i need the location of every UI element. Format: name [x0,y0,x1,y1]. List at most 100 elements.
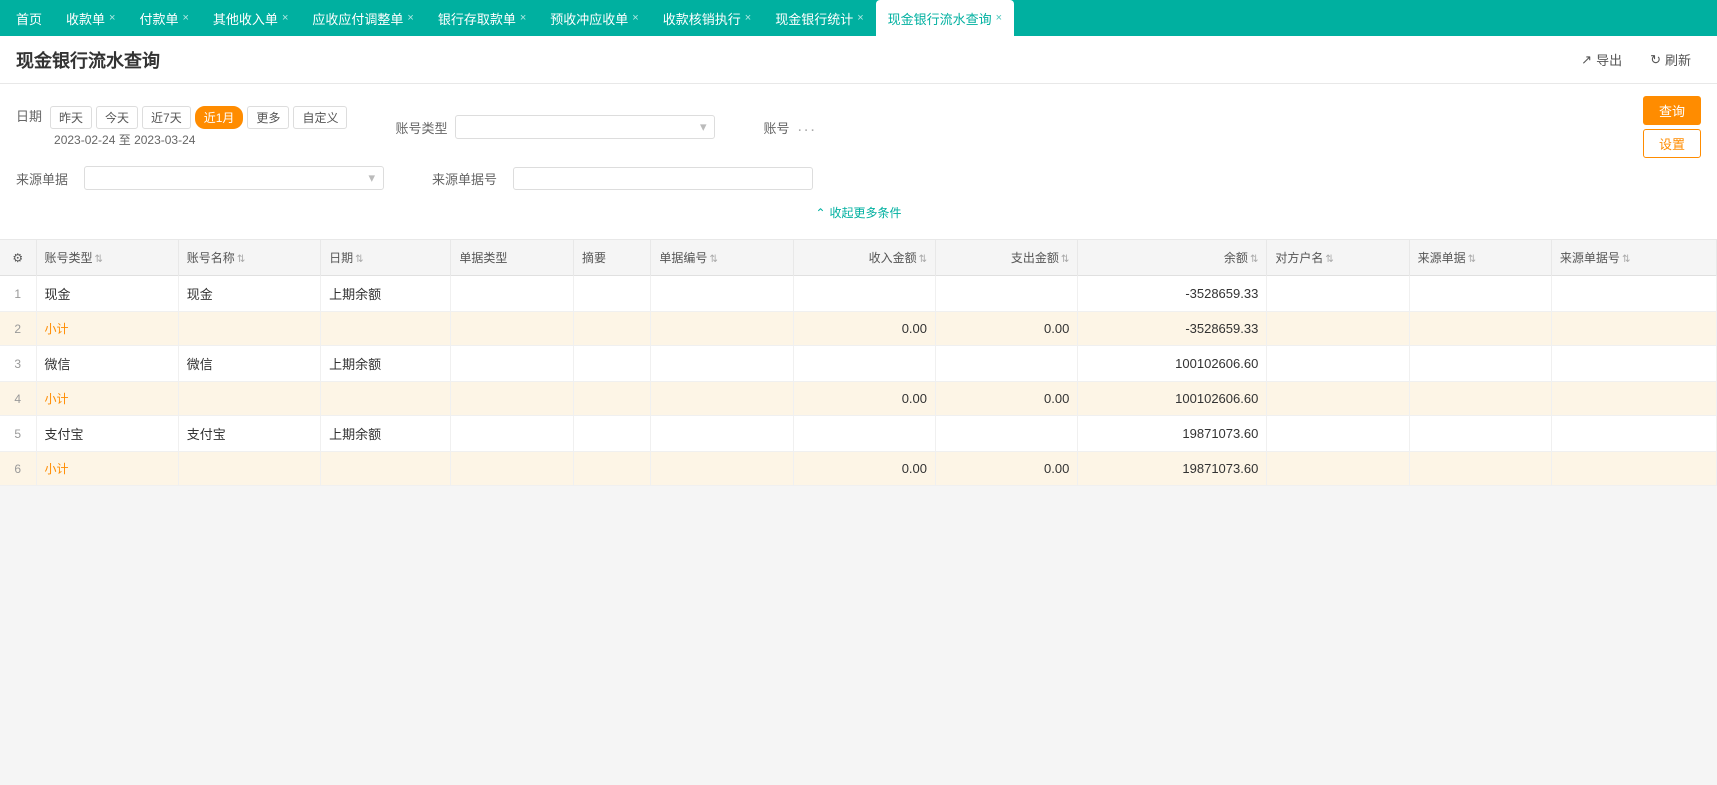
date-btn-today[interactable]: 今天 [96,106,138,129]
nav-item-cash-bank-stat[interactable]: 现金银行统计 × [763,0,875,36]
nav-close-prepay-offset[interactable]: × [632,12,638,24]
cell-income [793,276,935,312]
cell-seq: 2 [0,312,36,346]
table-header-row: ⚙ 账号类型⇅ 账号名称⇅ 日期⇅ 单据类型 摘要 单据编号⇅ 收入金额⇅ [0,240,1717,276]
nav-label-cash-bank-stat: 现金银行统计 [775,9,853,28]
cell-counterparty [1267,416,1409,452]
cell-expense [936,346,1078,382]
col-counterparty[interactable]: 对方户名⇅ [1267,240,1409,276]
nav-label-prepay-offset: 预收冲应收单 [550,9,628,28]
export-button[interactable]: ↗ 导出 [1571,46,1632,73]
date-btn-7days[interactable]: 近7天 [142,106,191,129]
nav-close-cash-bank-stat[interactable]: × [857,12,863,24]
col-doc-num[interactable]: 单据编号⇅ [651,240,793,276]
col-account-name[interactable]: 账号名称⇅ [178,240,320,276]
cell-seq: 4 [0,382,36,416]
cell-income [793,346,935,382]
account-dots[interactable]: ... [797,118,816,136]
nav-item-other-income[interactable]: 其他收入单 × [201,0,300,36]
nav-close-verify-exec[interactable]: × [745,12,751,24]
cell-balance: -3528659.33 [1078,276,1267,312]
cell-doc-type [451,416,574,452]
nav-label-verify-exec: 收款核销执行 [663,9,741,28]
nav-item-ar-ap-adjust[interactable]: 应收应付调整单 × [300,0,425,36]
settings-button[interactable]: 设置 [1643,129,1701,158]
source-doc-num-input[interactable] [513,167,813,190]
table-body: 1 现金 现金 上期余额 -3528659.33 2 小计 0.00 0.00 … [0,276,1717,486]
nav-close-payment[interactable]: × [182,12,188,24]
date-btn-yesterday[interactable]: 昨天 [50,106,92,129]
query-button[interactable]: 查询 [1643,96,1701,125]
nav-label-home: 首页 [16,9,42,28]
cell-doc-type [451,452,574,486]
filter-row-1: 日期 昨天 今天 近7天 近1月 更多 自定义 2023-02-24 至 202… [16,96,1701,158]
collapse-bar[interactable]: ⌃ 收起更多条件 [16,198,1701,227]
col-expense[interactable]: 支出金额⇅ [936,240,1078,276]
col-account-type[interactable]: 账号类型⇅ [36,240,178,276]
export-icon: ↗ [1581,52,1592,68]
cell-date [321,382,451,416]
date-label: 日期 [16,106,42,125]
nav-close-bank-deposit[interactable]: × [520,12,526,24]
col-income[interactable]: 收入金额⇅ [793,240,935,276]
cell-doc-type [451,382,574,416]
col-source-doc-num[interactable]: 来源单据号⇅ [1551,240,1716,276]
nav-item-receipt[interactable]: 收款单 × [54,0,127,36]
cell-source-doc-num [1551,346,1716,382]
cell-doc-num [651,382,793,416]
nav-item-payment[interactable]: 付款单 × [127,0,200,36]
cell-balance: 100102606.60 [1078,382,1267,416]
collapse-label: 收起更多条件 [830,204,902,221]
sort-icon-expense: ⇅ [1061,254,1069,265]
cell-account-name: 支付宝 [178,416,320,452]
account-type-select[interactable]: ▾ [455,115,715,139]
cell-seq: 3 [0,346,36,382]
source-doc-select[interactable]: ▾ [84,166,384,190]
nav-close-cash-bank-flow[interactable]: × [996,12,1002,24]
col-date[interactable]: 日期⇅ [321,240,451,276]
top-nav: 首页 收款单 × 付款单 × 其他收入单 × 应收应付调整单 × 银行存取款单 … [0,0,1717,36]
nav-item-cash-bank-flow[interactable]: 现金银行流水查询 × [876,0,1014,36]
cell-account-type: 小计 [36,382,178,416]
chevron-down-icon-2: ▾ [368,170,375,186]
nav-item-prepay-offset[interactable]: 预收冲应收单 × [538,0,650,36]
sort-icon-income: ⇅ [919,254,927,265]
nav-label-payment: 付款单 [139,9,178,28]
header-actions: ↗ 导出 ↻ 刷新 [1571,46,1701,73]
cell-account-type: 小计 [36,312,178,346]
cell-source-doc [1409,382,1551,416]
col-source-doc[interactable]: 来源单据⇅ [1409,240,1551,276]
refresh-button[interactable]: ↻ 刷新 [1640,46,1701,73]
account-type-label: 账号类型 [395,118,447,137]
cell-balance: -3528659.33 [1078,312,1267,346]
date-btn-more[interactable]: 更多 [247,106,289,129]
cell-source-doc-num [1551,416,1716,452]
cell-source-doc-num [1551,382,1716,416]
cell-expense [936,276,1078,312]
cell-account-name [178,382,320,416]
filter-area: 日期 昨天 今天 近7天 近1月 更多 自定义 2023-02-24 至 202… [0,84,1717,240]
cell-account-name: 现金 [178,276,320,312]
date-btn-1month[interactable]: 近1月 [195,106,244,129]
cell-account-name: 微信 [178,346,320,382]
cell-date [321,312,451,346]
cell-account-type: 支付宝 [36,416,178,452]
nav-close-ar-ap-adjust[interactable]: × [407,12,413,24]
nav-item-verify-exec[interactable]: 收款核销执行 × [651,0,763,36]
cell-doc-num [651,416,793,452]
nav-close-receipt[interactable]: × [109,12,115,24]
table-row: 3 微信 微信 上期余额 100102606.60 [0,346,1717,382]
data-table: ⚙ 账号类型⇅ 账号名称⇅ 日期⇅ 单据类型 摘要 单据编号⇅ 收入金额⇅ [0,240,1717,486]
cell-seq: 5 [0,416,36,452]
cell-balance: 100102606.60 [1078,346,1267,382]
date-btn-custom[interactable]: 自定义 [293,106,347,129]
cell-counterparty [1267,312,1409,346]
cell-counterparty [1267,276,1409,312]
col-gear[interactable]: ⚙ [0,240,36,276]
cell-account-type: 微信 [36,346,178,382]
export-label: 导出 [1596,50,1622,69]
nav-item-home[interactable]: 首页 [4,0,54,36]
col-balance[interactable]: 余额⇅ [1078,240,1267,276]
nav-item-bank-deposit[interactable]: 银行存取款单 × [426,0,538,36]
nav-close-other-income[interactable]: × [282,12,288,24]
